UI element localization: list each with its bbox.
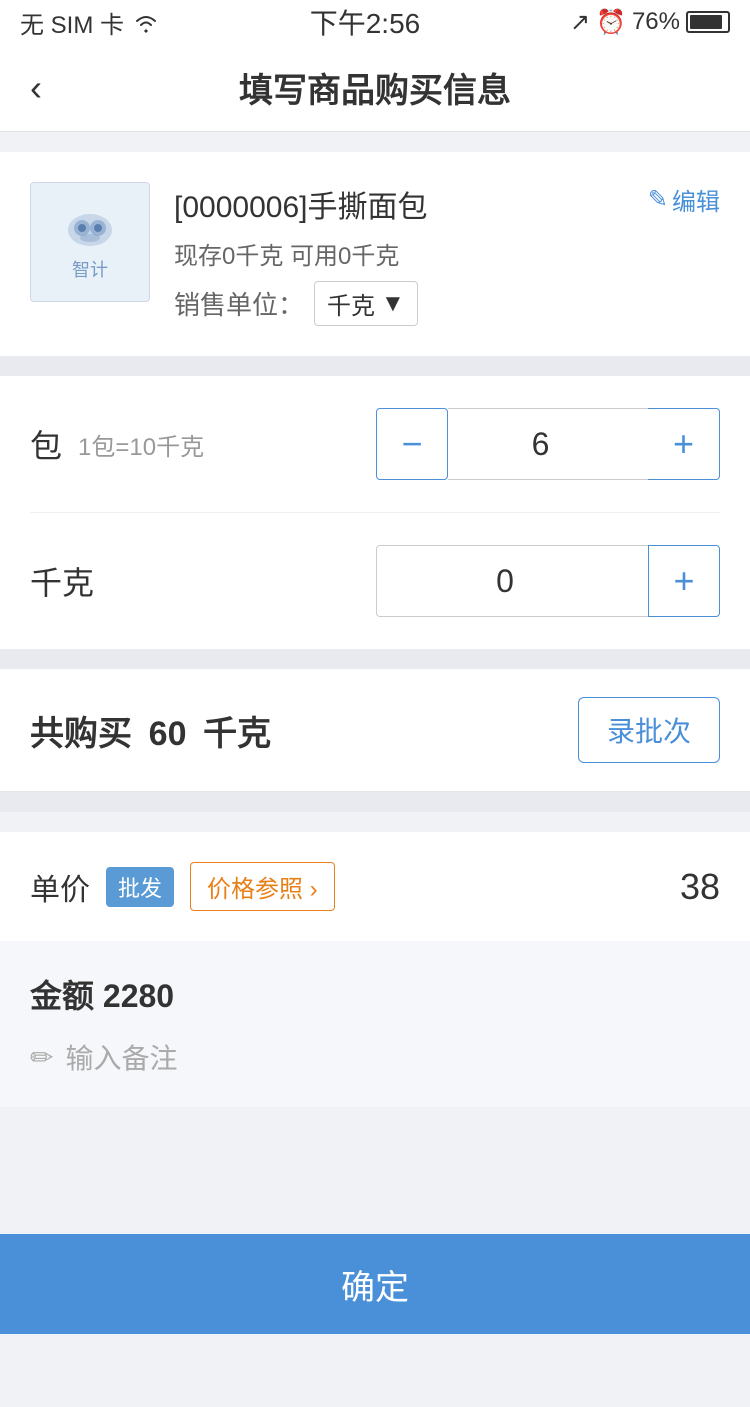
edit-label: 编辑 (672, 182, 720, 217)
bao-input[interactable] (448, 408, 648, 480)
total-unit: 千克 (203, 715, 271, 753)
kg-label: 千克 (30, 558, 94, 604)
kg-controls: + (376, 545, 720, 617)
battery-text: 76% (632, 8, 680, 36)
bao-controls: − + (376, 408, 720, 480)
total-amount: 60 (149, 715, 187, 753)
status-right: ↗ ⏰ 76% (570, 8, 730, 37)
back-button[interactable]: ‹ (20, 57, 52, 119)
bao-plus-button[interactable]: + (648, 408, 720, 480)
bao-row: 包 1包=10千克 − + (30, 376, 720, 513)
product-card: 智计 [0000006]手撕面包 现存0千克 可用0千克 销售单位： 千克 ▼ … (0, 152, 750, 356)
total-prefix: 共购买 (30, 715, 132, 753)
status-left: 无 SIM 卡 (20, 5, 160, 40)
alarm-icon: ⏰ (596, 8, 626, 37)
price-row: 单价 批发 价格参照 › 38 (30, 862, 720, 911)
page-title: 填写商品购买信息 (239, 63, 511, 112)
product-thumbnail: 智计 (30, 182, 150, 302)
note-row[interactable]: ✏ 输入备注 (30, 1037, 720, 1097)
separator-3 (0, 792, 750, 812)
price-section: 单价 批发 价格参照 › 38 (0, 832, 750, 941)
product-logo-icon (60, 202, 120, 252)
status-time: 下午2:56 (310, 2, 421, 42)
pencil-icon: ✏ (30, 1041, 53, 1074)
unit-chevron-icon: ▼ (381, 290, 405, 318)
unit-select[interactable]: 千克 ▼ (314, 281, 418, 326)
kg-plus-button[interactable]: + (648, 545, 720, 617)
location-icon: ↗ (570, 8, 590, 37)
amount-row: 金额 2280 (30, 971, 720, 1017)
product-stock: 现存0千克 可用0千克 (174, 236, 720, 271)
battery-icon (686, 11, 730, 33)
price-label: 单价 (30, 865, 90, 909)
note-placeholder: 输入备注 (65, 1037, 177, 1077)
bao-sublabel: 1包=10千克 (78, 427, 204, 462)
product-name: [0000006]手撕面包 (174, 182, 720, 226)
amount-value: 2280 (103, 978, 174, 1014)
amount-label: 金额 (30, 978, 94, 1014)
amount-section: 金额 2280 ✏ 输入备注 (0, 941, 750, 1107)
batch-button[interactable]: 录批次 (578, 697, 720, 763)
confirm-button[interactable]: 确定 (0, 1234, 750, 1334)
unit-value: 千克 (327, 286, 375, 321)
separator-2 (0, 649, 750, 669)
total-row: 共购买 60 千克 录批次 (0, 669, 750, 792)
kg-row: 千克 + (30, 513, 720, 649)
bao-label: 包 1包=10千克 (30, 421, 204, 467)
edit-icon: ✎ (648, 185, 668, 214)
nav-bar: ‹ 填写商品购买信息 (0, 44, 750, 132)
total-text: 共购买 60 千克 (30, 706, 271, 755)
price-value: 38 (680, 866, 720, 908)
separator-1 (0, 356, 750, 376)
kg-input[interactable] (376, 545, 648, 617)
product-info: [0000006]手撕面包 现存0千克 可用0千克 销售单位： 千克 ▼ (174, 182, 720, 326)
status-bar: 无 SIM 卡 下午2:56 ↗ ⏰ 76% (0, 0, 750, 44)
price-badge: 批发 (106, 867, 174, 907)
product-thumb-label: 智计 (72, 256, 108, 282)
price-ref-button[interactable]: 价格参照 › (190, 862, 335, 911)
unit-label: 销售单位： (174, 285, 304, 322)
product-unit-row: 销售单位： 千克 ▼ (174, 281, 720, 326)
bao-minus-button[interactable]: − (376, 408, 448, 480)
bao-section: 包 1包=10千克 − + 千克 + (0, 376, 750, 649)
wifi-icon (132, 11, 160, 33)
sim-text: 无 SIM 卡 (20, 5, 124, 40)
edit-button[interactable]: ✎ 编辑 (648, 182, 720, 217)
